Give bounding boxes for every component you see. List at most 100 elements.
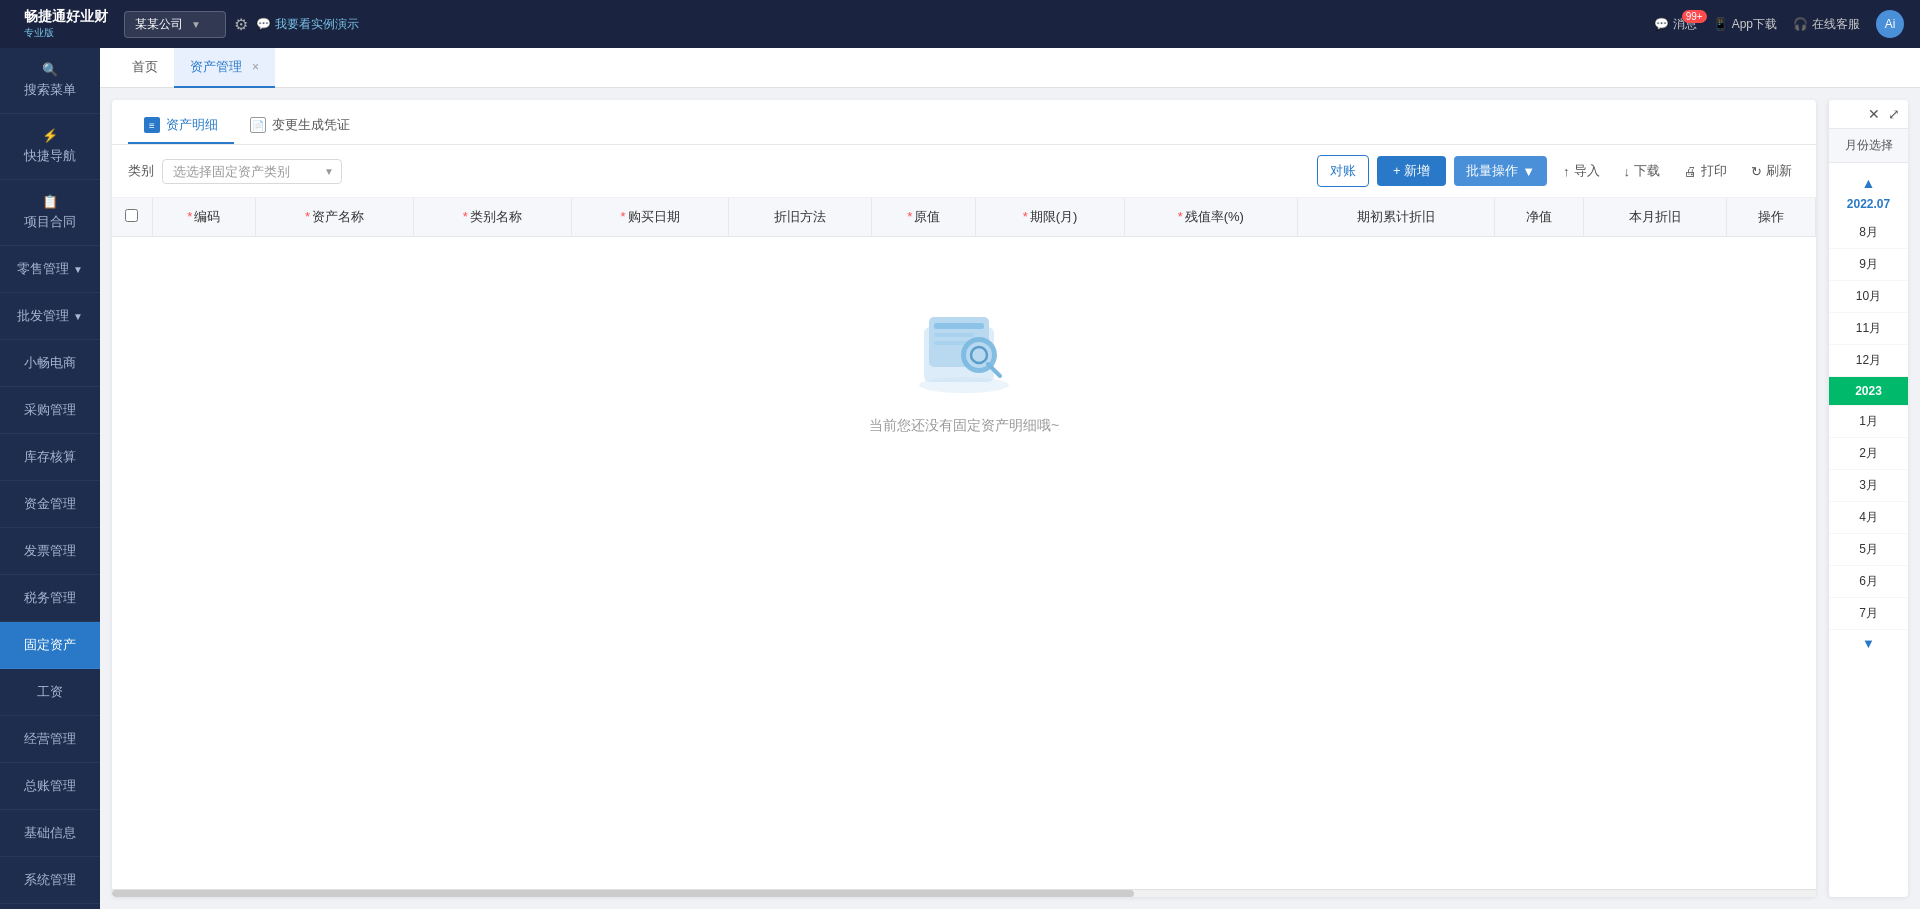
- app-edition: 专业版: [24, 26, 54, 40]
- demo-link[interactable]: 💬 我要看实例演示: [256, 16, 359, 33]
- sidebar-item-project-contract[interactable]: 📋 项目合同: [0, 180, 100, 246]
- select-all-checkbox[interactable]: [125, 209, 138, 222]
- sidebar-label-inventory: 库存核算: [24, 448, 76, 466]
- user-avatar[interactable]: Ai: [1876, 10, 1904, 38]
- app-download-label: App下载: [1732, 16, 1777, 33]
- settings-button[interactable]: ⚙: [234, 15, 248, 34]
- sidebar-item-fixed-assets[interactable]: 固定资产: [0, 622, 100, 669]
- empty-illustration: [904, 297, 1024, 397]
- month-nav-up-icon[interactable]: ▲: [1856, 173, 1882, 193]
- year-2023-badge[interactable]: 2023: [1829, 377, 1908, 406]
- month-item-4[interactable]: 4月: [1829, 502, 1908, 534]
- sidebar-label-system: 系统管理: [24, 871, 76, 889]
- tab-asset-label: 资产管理: [190, 58, 242, 76]
- close-tab-icon[interactable]: ×: [252, 60, 259, 74]
- print-icon: 🖨: [1684, 164, 1697, 179]
- month-item-9[interactable]: 9月: [1829, 249, 1908, 281]
- sidebar-item-operations[interactable]: 经营管理: [0, 716, 100, 763]
- app-download-button[interactable]: 📱 App下载: [1713, 16, 1777, 33]
- tab-home[interactable]: 首页: [116, 48, 174, 88]
- col-depreciation-method: 折旧方法: [729, 198, 872, 237]
- sidebar-item-general-ledger[interactable]: 总账管理: [0, 763, 100, 810]
- month-panel-title: 月份选择: [1845, 138, 1893, 152]
- sidebar-item-fund[interactable]: 资金管理: [0, 481, 100, 528]
- col-original-value: *原值: [872, 198, 976, 237]
- month-item-8[interactable]: 8月: [1829, 217, 1908, 249]
- print-button[interactable]: 🖨 打印: [1676, 156, 1735, 186]
- sidebar-label-ecommerce: 小畅电商: [24, 354, 76, 372]
- sidebar-item-retail[interactable]: 零售管理 ▼: [0, 246, 100, 293]
- sidebar-item-purchase[interactable]: 采购管理: [0, 387, 100, 434]
- sub-tab-change-voucher[interactable]: 📄 变更生成凭证: [234, 108, 366, 144]
- chevron-down-icon: ▼: [191, 19, 201, 30]
- import-button[interactable]: ↑ 导入: [1555, 156, 1608, 186]
- col-period: *期限(月): [976, 198, 1125, 237]
- month-item-7[interactable]: 7月: [1829, 598, 1908, 630]
- month-item-11[interactable]: 11月: [1829, 313, 1908, 345]
- month-item-5[interactable]: 5月: [1829, 534, 1908, 566]
- month-item-3[interactable]: 3月: [1829, 470, 1908, 502]
- sidebar-item-ecommerce[interactable]: 小畅电商: [0, 340, 100, 387]
- sidebar-item-quick-nav[interactable]: ⚡ 快捷导航: [0, 114, 100, 180]
- import-icon: ↑: [1563, 164, 1570, 179]
- asset-detail-icon: ≡: [144, 117, 160, 133]
- contract-icon: 📋: [42, 194, 58, 209]
- month-item-6[interactable]: 6月: [1829, 566, 1908, 598]
- refresh-label: 刷新: [1766, 162, 1792, 180]
- sidebar-item-search[interactable]: 🔍 搜索菜单: [0, 48, 100, 114]
- top-bar-right: 💬 消息 99+ 📱 App下载 🎧 在线客服 Ai: [1654, 10, 1904, 38]
- sidebar-item-tax[interactable]: 税务管理: [0, 575, 100, 622]
- add-new-button[interactable]: + 新增: [1377, 156, 1446, 186]
- company-selector[interactable]: 某某公司 ▼: [124, 11, 226, 38]
- sub-tab-change-voucher-label: 变更生成凭证: [272, 116, 350, 134]
- month-nav-down-button[interactable]: ▼: [1829, 630, 1908, 657]
- wholesale-arrow-icon: ▼: [73, 311, 83, 322]
- sidebar-label-wholesale: 批发管理: [17, 307, 69, 325]
- retail-arrow-icon: ▼: [73, 264, 83, 275]
- app-name: 畅捷通好业财: [24, 8, 108, 26]
- month-item-2[interactable]: 2月: [1829, 438, 1908, 470]
- online-service-button[interactable]: 🎧 在线客服: [1793, 16, 1860, 33]
- scrollbar-thumb[interactable]: [112, 890, 1134, 897]
- sidebar-item-basic-info[interactable]: 基础信息: [0, 810, 100, 857]
- month-item-1[interactable]: 1月: [1829, 406, 1908, 438]
- col-residual-rate: *残值率(%): [1124, 198, 1297, 237]
- month-item-10[interactable]: 10月: [1829, 281, 1908, 313]
- category-select[interactable]: 选选择固定资产类别: [162, 159, 342, 184]
- message-button[interactable]: 💬 消息 99+: [1654, 16, 1697, 33]
- empty-state: 当前您还没有固定资产明细哦~: [112, 237, 1816, 495]
- change-voucher-icon: 📄: [250, 117, 266, 133]
- expand-month-panel-button[interactable]: ⤢: [1884, 104, 1904, 124]
- year-2022-selector[interactable]: ▲ 2022.07: [1829, 163, 1908, 217]
- toolbar: 类别 选选择固定资产类别 对账 + 新增 批量操作 ▼: [112, 145, 1816, 198]
- sidebar-item-payroll[interactable]: 工资: [0, 669, 100, 716]
- col-accumulated-depreciation: 期初累计折旧: [1297, 198, 1494, 237]
- sub-tab-asset-detail-label: 资产明细: [166, 116, 218, 134]
- message-badge: 99+: [1682, 10, 1707, 23]
- sidebar-item-invoice[interactable]: 发票管理: [0, 528, 100, 575]
- download-label: 下载: [1634, 162, 1660, 180]
- reconcile-button[interactable]: 对账: [1317, 155, 1369, 187]
- sidebar-item-wholesale[interactable]: 批发管理 ▼: [0, 293, 100, 340]
- data-table: *编码 *资产名称 *类别名称 *购买日期 折旧方法 *原值 *期限(月) *残…: [112, 198, 1816, 237]
- sub-tab-asset-detail[interactable]: ≡ 资产明细: [128, 108, 234, 144]
- bottom-scrollbar[interactable]: [112, 889, 1816, 897]
- search-icon: 🔍: [42, 62, 58, 77]
- sidebar-label-payroll: 工资: [37, 683, 63, 701]
- top-bar: 畅捷通好业财 专业版 某某公司 ▼ ⚙ 💬 我要看实例演示 💬 消息 99+ 📱…: [0, 0, 1920, 48]
- sidebar-item-system[interactable]: 系统管理: [0, 857, 100, 904]
- sidebar-label-fixed-assets: 固定资产: [24, 636, 76, 654]
- month-item-12[interactable]: 12月: [1829, 345, 1908, 377]
- close-month-panel-button[interactable]: ✕: [1864, 104, 1884, 124]
- download-button[interactable]: ↓ 下载: [1616, 156, 1669, 186]
- month-panel: ✕ ⤢ 月份选择 ▲ 2022.07 8月 9月 10月 11月: [1828, 100, 1908, 897]
- sidebar-label-operations: 经营管理: [24, 730, 76, 748]
- sidebar-item-inventory[interactable]: 库存核算: [0, 434, 100, 481]
- service-icon: 🎧: [1793, 17, 1808, 31]
- tab-asset-management[interactable]: 资产管理 ×: [174, 48, 275, 88]
- batch-ops-button[interactable]: 批量操作 ▼: [1454, 156, 1547, 186]
- refresh-button[interactable]: ↻ 刷新: [1743, 156, 1800, 186]
- col-code: *编码: [152, 198, 256, 237]
- company-name: 某某公司: [135, 16, 183, 33]
- sub-tabs: ≡ 资产明细 📄 变更生成凭证: [112, 100, 1816, 145]
